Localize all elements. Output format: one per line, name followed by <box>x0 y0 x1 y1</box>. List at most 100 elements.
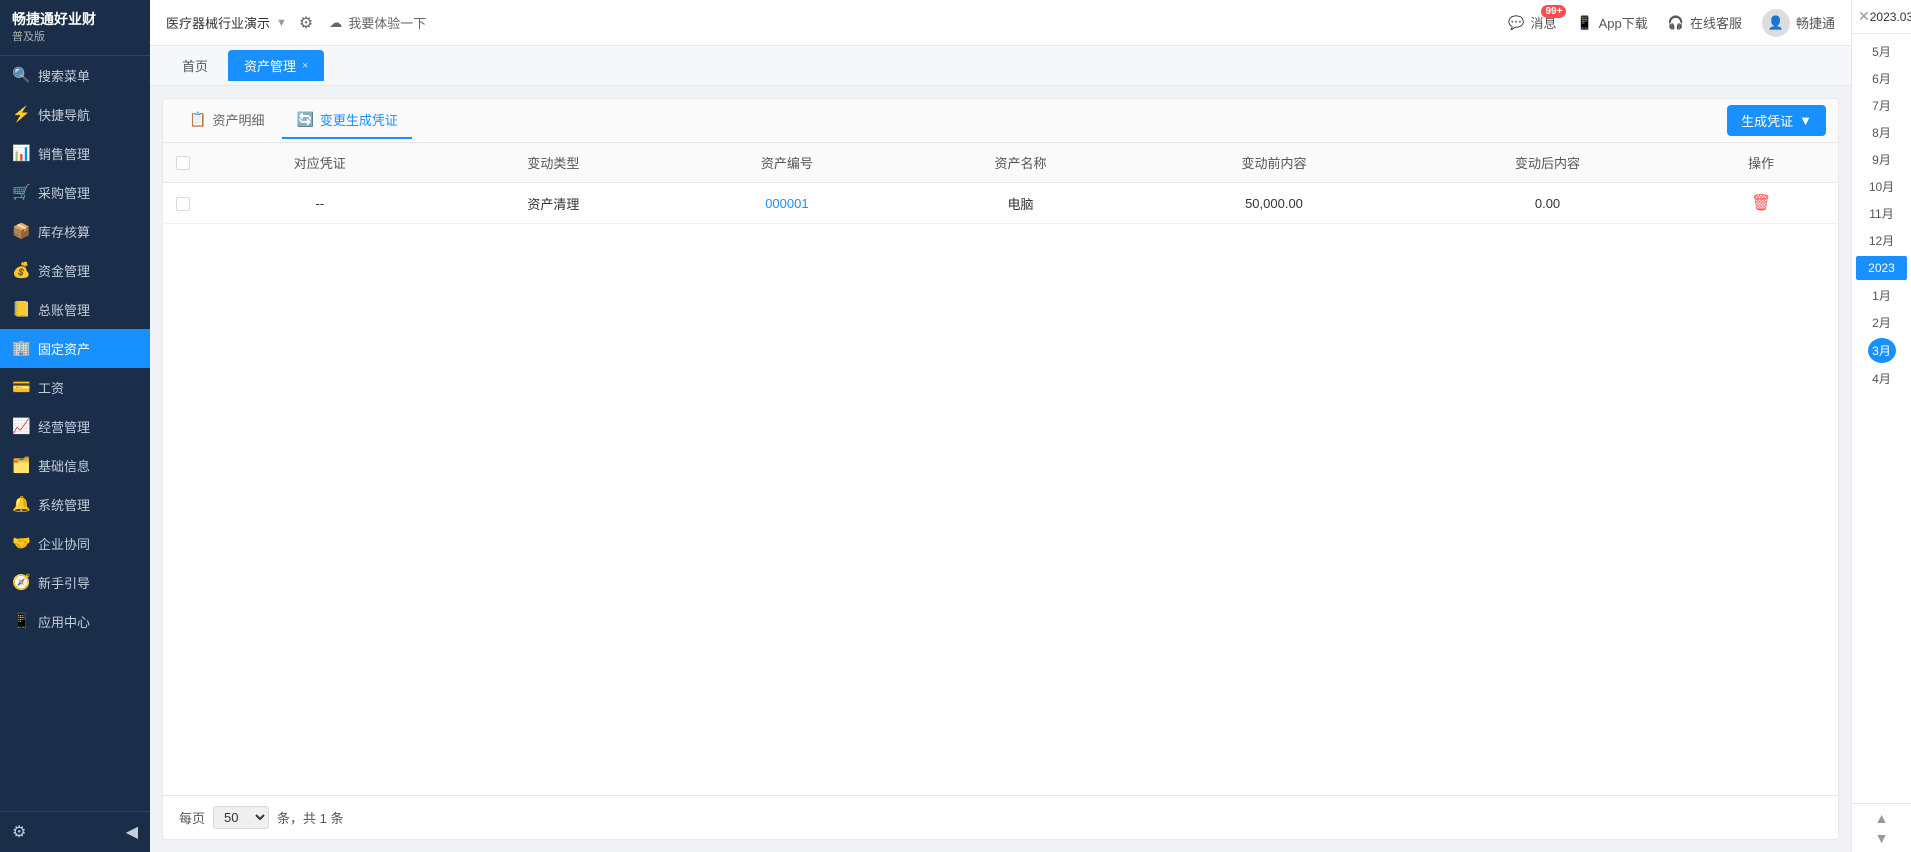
month-item-1月[interactable]: 1月 <box>1852 282 1911 309</box>
month-item-12月[interactable]: 12月 <box>1852 227 1911 254</box>
sidebar-item-search-menu[interactable]: 🔍 搜索菜单 <box>0 56 150 95</box>
month-item-selected[interactable]: 3月 <box>1868 338 1896 363</box>
row-asset-name: 电脑 <box>904 183 1138 224</box>
fixed-assets-label: 固定资产 <box>38 339 90 358</box>
tab-home[interactable]: 首页 <box>166 50 224 81</box>
row-voucher: -- <box>203 183 437 224</box>
month-item-8月[interactable]: 8月 <box>1852 119 1911 146</box>
sub-tab-change-voucher[interactable]: 🔄 变更生成凭证 <box>282 102 411 139</box>
settings-gear-icon[interactable]: ⚙ <box>299 13 313 33</box>
sidebar-item-payroll[interactable]: 💳 工资 <box>0 368 150 407</box>
enterprise-icon: 🤝 <box>12 534 30 552</box>
tab-asset-management[interactable]: 资产管理 × <box>228 50 324 81</box>
asset-detail-icon: 📋 <box>189 111 206 128</box>
sidebar: 畅捷通好业财 普及版 🔍 搜索菜单 ⚡ 快捷导航 📊 销售管理 🛒 采购管理 📦… <box>0 0 150 852</box>
sidebar-item-sys-mgmt[interactable]: 🔔 系统管理 <box>0 485 150 524</box>
row-checkbox-cell <box>163 183 203 224</box>
sidebar-item-ledger-mgmt[interactable]: 📒 总账管理 <box>0 290 150 329</box>
payroll-label: 工资 <box>38 378 64 397</box>
messages-button[interactable]: 💬 消息 99+ <box>1508 13 1556 32</box>
th-checkbox <box>163 143 203 183</box>
payroll-icon: 💳 <box>12 378 30 396</box>
th-before-change: 变动前内容 <box>1137 143 1411 183</box>
enterprise-label: 企业协同 <box>38 534 90 553</box>
sales-mgmt-icon: 📊 <box>12 144 30 162</box>
sidebar-item-app-center[interactable]: 📱 应用中心 <box>0 602 150 641</box>
sys-mgmt-label: 系统管理 <box>38 495 90 514</box>
th-operation: 操作 <box>1684 143 1838 183</box>
month-item-10月[interactable]: 10月 <box>1852 173 1911 200</box>
sidebar-item-purchase-mgmt[interactable]: 🛒 采购管理 <box>0 173 150 212</box>
topbar-right: 💬 消息 99+ 📱 App下载 🎧 在线客服 👤 畅捷通 <box>1508 9 1835 37</box>
inventory-label: 库存核算 <box>38 222 90 241</box>
month-item-6月[interactable]: 6月 <box>1852 65 1911 92</box>
sidebar-item-sales-mgmt[interactable]: 📊 销售管理 <box>0 134 150 173</box>
company-selector[interactable]: 医疗器械行业演示 ▼ <box>166 13 287 32</box>
customer-service-button[interactable]: 🎧 在线客服 <box>1668 13 1742 32</box>
month-item-11月[interactable]: 11月 <box>1852 200 1911 227</box>
total-label: 条，共 1 条 <box>277 808 343 827</box>
month-item-9月[interactable]: 9月 <box>1852 146 1911 173</box>
generate-voucher-button[interactable]: 生成凭证 ▼ <box>1727 105 1826 136</box>
experience-icon: ☁ <box>329 15 342 31</box>
tab-close-icon[interactable]: × <box>302 60 308 72</box>
sidebar-item-ops-mgmt[interactable]: 📈 经营管理 <box>0 407 150 446</box>
th-change-type: 变动类型 <box>437 143 671 183</box>
sub-tab-asset-detail[interactable]: 📋 资产明细 <box>175 102 278 139</box>
user-button[interactable]: 👤 畅捷通 <box>1762 9 1835 37</box>
right-panel-header: ✕ 2023.03 ⤢ <box>1852 0 1911 34</box>
sidebar-item-quick-nav[interactable]: ⚡ 快捷导航 <box>0 95 150 134</box>
ops-mgmt-label: 经营管理 <box>38 417 90 436</box>
collapse-icon[interactable]: ◀ <box>126 822 138 842</box>
right-panel-title: 2023.03 <box>1870 10 1911 24</box>
sys-mgmt-icon: 🔔 <box>12 495 30 513</box>
guide-icon: 🧭 <box>12 573 30 591</box>
month-item-2月[interactable]: 2月 <box>1852 309 1911 336</box>
per-page-select[interactable]: 50 20 100 <box>213 806 269 829</box>
sidebar-item-enterprise[interactable]: 🤝 企业协同 <box>0 524 150 563</box>
guide-label: 新手引导 <box>38 573 90 592</box>
sub-tabs: 📋 资产明细 🔄 变更生成凭证 生成凭证 ▼ <box>163 99 1838 143</box>
experience-button[interactable]: ☁ 我要体验一下 <box>329 13 426 32</box>
table-header-row: 对应凭证 变动类型 资产编号 资产名称 变动前内容 变动后内容 操作 <box>163 143 1838 183</box>
sidebar-item-inventory[interactable]: 📦 库存核算 <box>0 212 150 251</box>
sidebar-item-fund-mgmt[interactable]: 💰 资金管理 <box>0 251 150 290</box>
year-label-current[interactable]: 2023 <box>1856 256 1907 280</box>
th-asset-code: 资产编号 <box>670 143 904 183</box>
basic-info-label: 基础信息 <box>38 456 90 475</box>
sidebar-item-fixed-assets[interactable]: 🏢 固定资产 <box>0 329 150 368</box>
row-operation: 🗑 <box>1684 183 1838 224</box>
settings-icon[interactable]: ⚙ <box>12 822 26 842</box>
app-download-icon: 📱 <box>1576 15 1592 31</box>
panel-down-icon[interactable]: ▼ <box>1873 828 1891 848</box>
pagination: 每页 50 20 100 条，共 1 条 <box>163 795 1838 839</box>
app-center-icon: 📱 <box>12 612 30 630</box>
panel-up-icon[interactable]: ▲ <box>1873 808 1891 828</box>
quick-nav-icon: ⚡ <box>12 105 30 123</box>
month-item-7月[interactable]: 7月 <box>1852 92 1911 119</box>
right-panel-close-icon[interactable]: ✕ <box>1858 8 1870 25</box>
month-item-5月[interactable]: 5月 <box>1852 38 1911 65</box>
username-label: 畅捷通 <box>1796 13 1835 32</box>
experience-label: 我要体验一下 <box>348 13 426 32</box>
topbar: 医疗器械行业演示 ▼ ⚙ ☁ 我要体验一下 💬 消息 99+ 📱 App下载 🎧… <box>150 0 1851 46</box>
quick-nav-label: 快捷导航 <box>38 105 90 124</box>
sidebar-item-guide[interactable]: 🧭 新手引导 <box>0 563 150 602</box>
fund-mgmt-label: 资金管理 <box>38 261 90 280</box>
delete-row-icon[interactable]: 🗑 <box>1751 195 1771 212</box>
messages-badge: 99+ <box>1541 5 1566 18</box>
table-row: -- 资产清理 000001 电脑 50,000.00 0.00 🗑 <box>163 183 1838 224</box>
month-item-4月[interactable]: 4月 <box>1852 365 1911 392</box>
generate-voucher-arrow: ▼ <box>1799 113 1812 128</box>
content-area: 📋 资产明细 🔄 变更生成凭证 生成凭证 ▼ 对应凭证 <box>162 98 1839 840</box>
app-download-label: App下载 <box>1599 13 1648 32</box>
app-center-label: 应用中心 <box>38 612 90 631</box>
app-download-button[interactable]: 📱 App下载 <box>1576 13 1647 32</box>
sidebar-item-basic-info[interactable]: 🗂️ 基础信息 <box>0 446 150 485</box>
row-checkbox[interactable] <box>176 197 190 211</box>
change-voucher-icon: 🔄 <box>296 111 313 128</box>
ledger-mgmt-label: 总账管理 <box>38 300 90 319</box>
logo-main: 畅捷通好业财 <box>12 10 138 30</box>
sidebar-logo: 畅捷通好业财 普及版 <box>0 0 150 56</box>
select-all-checkbox[interactable] <box>176 156 190 170</box>
